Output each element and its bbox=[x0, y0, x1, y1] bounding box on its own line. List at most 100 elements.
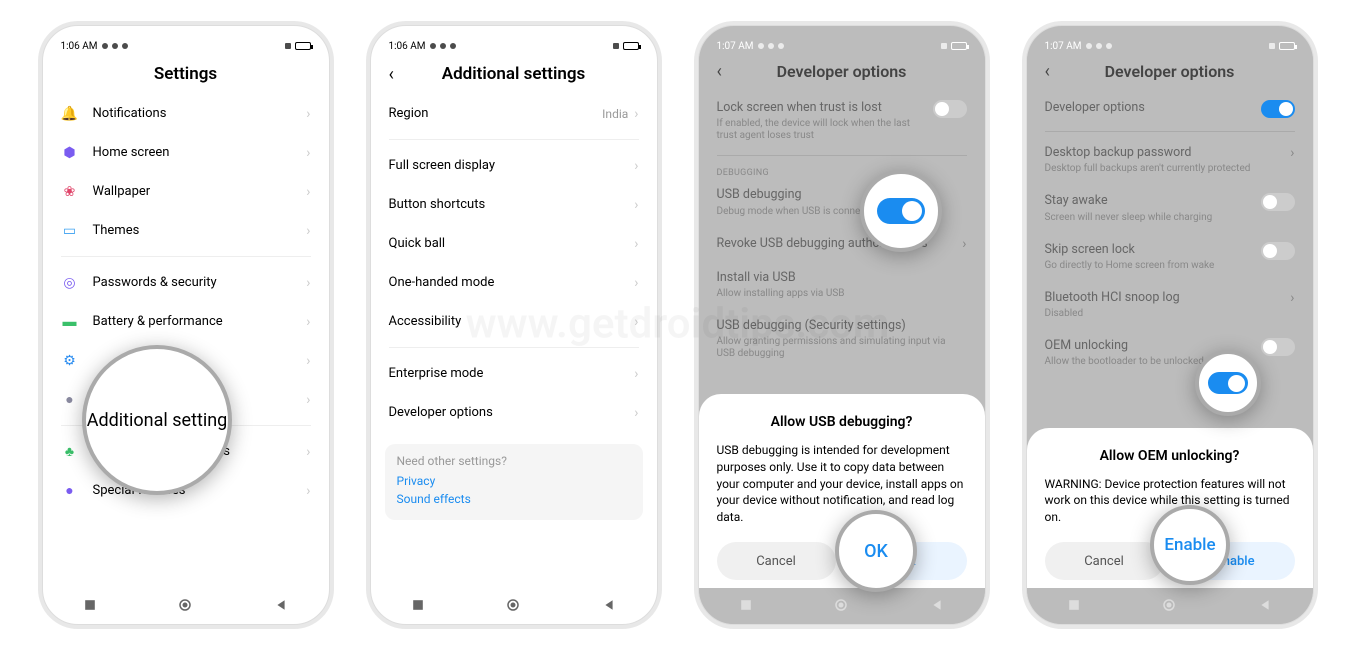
row-usb-security[interactable]: USB debugging (Security settings)Allow g… bbox=[717, 309, 967, 369]
row-sublabel: Allow installing apps via USB bbox=[717, 288, 967, 300]
special-icon: ● bbox=[61, 482, 79, 499]
nav-back-icon[interactable] bbox=[275, 599, 287, 611]
chevron-right-icon: › bbox=[634, 236, 638, 252]
settings-row[interactable]: Quick ball › bbox=[389, 224, 639, 263]
page-title: Developer options bbox=[777, 62, 907, 81]
status-bar: 1:06 AM bbox=[43, 34, 329, 58]
row-label: Desktop backup password bbox=[1045, 145, 1291, 161]
row-value: India bbox=[602, 107, 628, 121]
back-button[interactable]: ‹ bbox=[717, 61, 722, 82]
battery-icon bbox=[1279, 42, 1295, 50]
header: ‹ Additional settings bbox=[371, 58, 657, 94]
status-time: 1:06 AM bbox=[61, 41, 98, 52]
row-label: Stay awake bbox=[1045, 193, 1261, 209]
divider bbox=[717, 155, 967, 156]
row-label: Battery & performance bbox=[93, 314, 307, 329]
settings-row[interactable]: ⬢ Home screen › bbox=[61, 133, 311, 172]
row-label: Passwords & security bbox=[93, 275, 307, 290]
nav-recent-icon[interactable] bbox=[1068, 599, 1080, 611]
status-icon bbox=[1096, 43, 1102, 49]
row-lock-trust[interactable]: Lock screen when trust is lostIf enabled… bbox=[717, 91, 967, 151]
nav-recent-icon[interactable] bbox=[412, 599, 424, 611]
row-label: Quick ball bbox=[389, 236, 635, 251]
settings-row[interactable]: ❀ Wallpaper › bbox=[61, 172, 311, 211]
nav-home-icon[interactable] bbox=[179, 599, 191, 611]
row-dev-options[interactable]: Developer options bbox=[1045, 91, 1295, 127]
row-region[interactable]: Region India › bbox=[389, 94, 639, 133]
nav-recent-icon[interactable] bbox=[740, 599, 752, 611]
nav-recent-icon[interactable] bbox=[84, 599, 96, 611]
dialog-body: USB debugging is intended for developmen… bbox=[717, 442, 967, 526]
row-label: Enterprise mode bbox=[389, 366, 635, 381]
toggle-usb-debugging[interactable] bbox=[877, 198, 925, 224]
status-icon bbox=[122, 43, 128, 49]
settings-row[interactable]: Accessibility › bbox=[389, 302, 639, 341]
dev-option-row[interactable]: Desktop backup passwordDesktop full back… bbox=[1045, 136, 1295, 184]
toggle-oem-unlocking[interactable] bbox=[1208, 372, 1248, 394]
toggle[interactable] bbox=[1261, 193, 1295, 211]
link-sound-effects[interactable]: Sound effects bbox=[397, 492, 631, 506]
settings-row[interactable]: One-handed mode › bbox=[389, 263, 639, 302]
row-install-usb[interactable]: Install via USBAllow installing apps via… bbox=[717, 261, 967, 309]
cancel-button[interactable]: Cancel bbox=[717, 542, 836, 580]
chevron-right-icon: › bbox=[306, 145, 310, 161]
toggle[interactable] bbox=[933, 100, 967, 118]
nav-home-icon[interactable] bbox=[1163, 599, 1175, 611]
phone-settings: 1:06 AM Settings 🔔 Notifications › ⬢ Hom… bbox=[42, 25, 330, 625]
nav-home-icon[interactable] bbox=[835, 599, 847, 611]
chevron-right-icon: › bbox=[1290, 290, 1294, 306]
chevron-right-icon: › bbox=[962, 236, 966, 252]
dev-option-row[interactable]: Bluetooth HCI snoop logDisabled › bbox=[1045, 281, 1295, 329]
row-label: Accessibility bbox=[389, 314, 635, 329]
dialog-title: Allow OEM unlocking? bbox=[1045, 448, 1295, 464]
status-icon bbox=[768, 43, 774, 49]
nav-back-icon[interactable] bbox=[1259, 599, 1271, 611]
cancel-button[interactable]: Cancel bbox=[1045, 542, 1164, 580]
chevron-right-icon: › bbox=[1290, 145, 1294, 161]
row-label: Home screen bbox=[93, 145, 307, 160]
chevron-right-icon: › bbox=[306, 223, 310, 239]
row-label: Bluetooth HCI snoop log bbox=[1045, 290, 1291, 306]
status-icon bbox=[778, 43, 784, 49]
toggle-dev-options[interactable] bbox=[1261, 100, 1295, 118]
dev-option-row[interactable]: Stay awakeScreen will never sleep while … bbox=[1045, 184, 1295, 232]
dev-option-row[interactable]: Skip screen lockGo directly to Home scre… bbox=[1045, 233, 1295, 281]
settings-row[interactable]: ◎ Passwords & security › bbox=[61, 263, 311, 302]
settings-row[interactable]: Enterprise mode › bbox=[389, 354, 639, 393]
toggle[interactable] bbox=[1261, 242, 1295, 260]
settings-row[interactable]: Button shortcuts › bbox=[389, 185, 639, 224]
status-bar: 1:07 AM bbox=[1027, 34, 1313, 58]
row-sublabel: If enabled, the device will lock when th… bbox=[717, 118, 933, 142]
nav-bar bbox=[1027, 586, 1313, 624]
chevron-right-icon: › bbox=[306, 444, 310, 460]
chevron-right-icon: › bbox=[306, 275, 310, 291]
status-icon bbox=[430, 43, 436, 49]
nav-back-icon[interactable] bbox=[931, 599, 943, 611]
status-time: 1:06 AM bbox=[389, 41, 426, 52]
settings-row[interactable]: 🔔 Notifications › bbox=[61, 94, 311, 133]
settings-row[interactable]: ▭ Themes › bbox=[61, 211, 311, 250]
dialog-title: Allow USB debugging? bbox=[717, 414, 967, 430]
chevron-right-icon: › bbox=[634, 197, 638, 213]
divider bbox=[61, 256, 311, 257]
link-privacy[interactable]: Privacy bbox=[397, 474, 631, 488]
divider bbox=[389, 347, 639, 348]
nav-home-icon[interactable] bbox=[507, 599, 519, 611]
back-button[interactable]: ‹ bbox=[389, 64, 394, 85]
row-label: Region bbox=[389, 106, 603, 121]
status-bar: 1:07 AM bbox=[699, 34, 985, 58]
nav-back-icon[interactable] bbox=[603, 599, 615, 611]
settings-row[interactable]: ▬ Battery & performance › bbox=[61, 302, 311, 341]
highlight-ok-button: OK bbox=[835, 510, 917, 592]
status-icon bbox=[1106, 43, 1112, 49]
signal-icon bbox=[285, 43, 291, 49]
toggle[interactable] bbox=[1261, 338, 1295, 356]
divider bbox=[1045, 131, 1295, 132]
magnifier-text: Enable bbox=[1164, 535, 1215, 555]
back-button[interactable]: ‹ bbox=[1045, 61, 1050, 82]
chevron-right-icon: › bbox=[306, 483, 310, 499]
hint-card: Need other settings? Privacy Sound effec… bbox=[385, 444, 643, 520]
battery-icon: ▬ bbox=[61, 313, 79, 330]
settings-row[interactable]: Full screen display › bbox=[389, 146, 639, 185]
settings-row[interactable]: Developer options › bbox=[389, 393, 639, 432]
